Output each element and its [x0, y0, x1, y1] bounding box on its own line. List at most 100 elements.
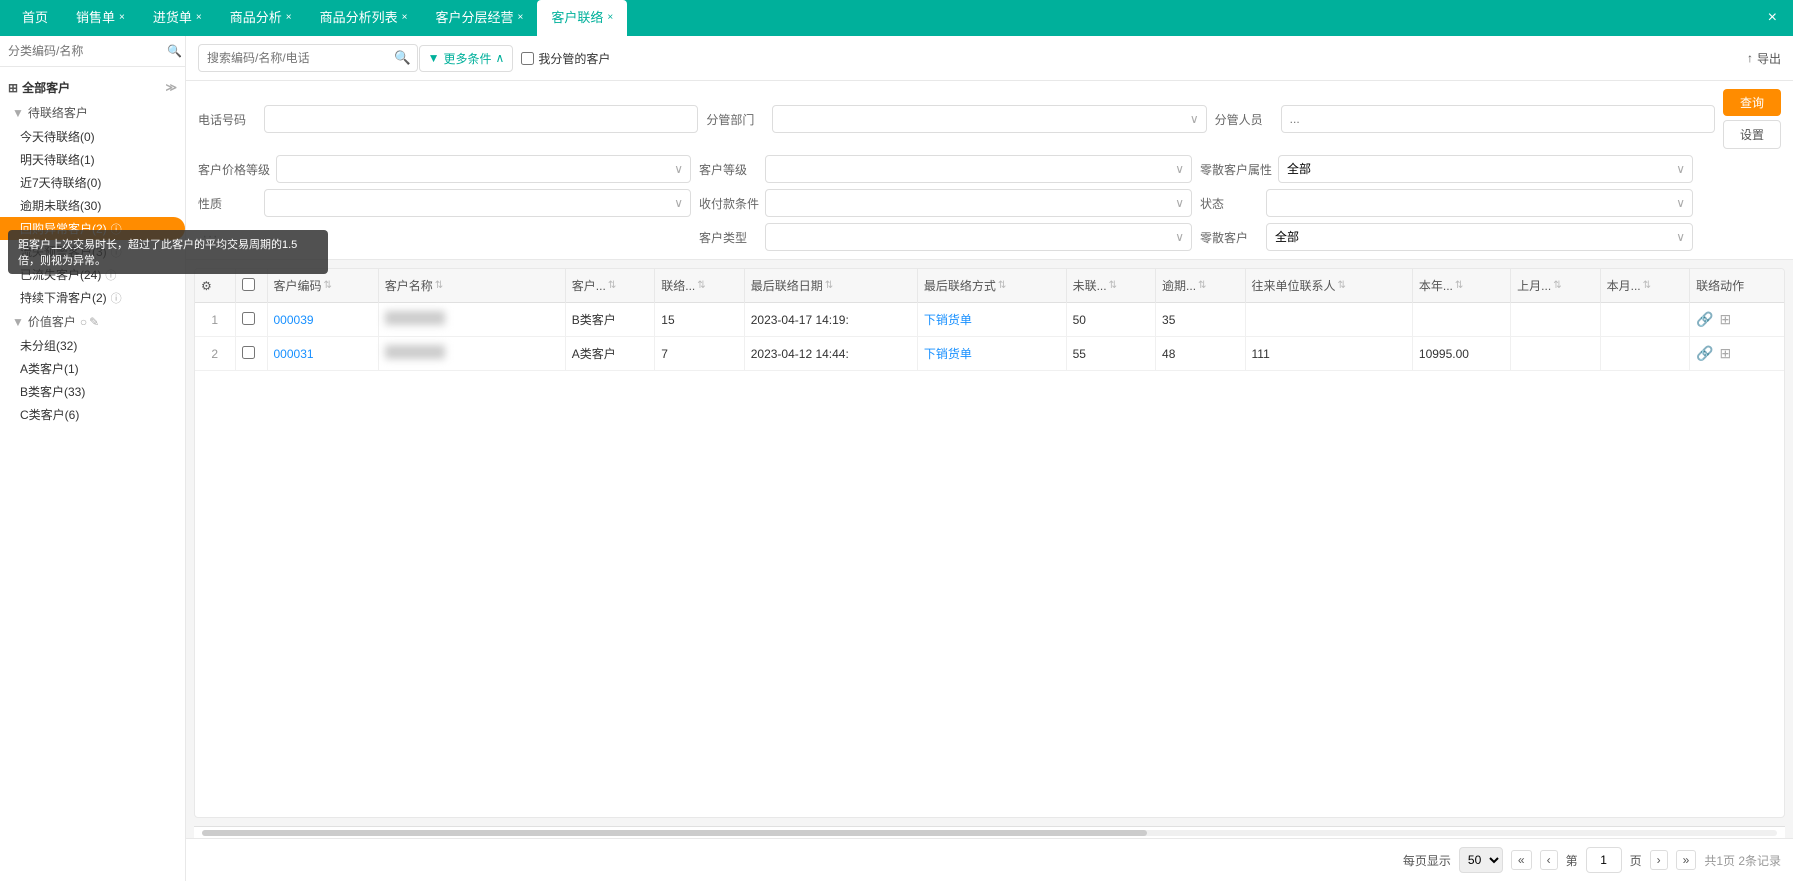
col-name[interactable]: 客户名称 ⇅: [378, 269, 565, 303]
row-1-last-way-link[interactable]: 下销货单: [924, 313, 972, 327]
close-customer-tier-tab[interactable]: ×: [517, 0, 523, 36]
nature-select-wrapper: ∨: [264, 189, 691, 217]
col-this-year[interactable]: 本年... ⇅: [1412, 269, 1510, 303]
row-2-last-way-link[interactable]: 下销货单: [924, 347, 972, 361]
nav-sales[interactable]: 销售单 ×: [62, 0, 139, 36]
customer-level-select[interactable]: [765, 155, 1192, 183]
col-type[interactable]: 客户... ⇅: [565, 269, 654, 303]
main-search-input[interactable]: [198, 44, 418, 72]
value-group-settings-icon[interactable]: ✎: [89, 315, 99, 329]
customer-type-select[interactable]: [765, 223, 1192, 251]
nav-customer-contact[interactable]: 客户联络 ×: [537, 0, 627, 36]
filter-dept: 分管部门 ∨: [706, 105, 1206, 133]
scatter-attr-select[interactable]: 全部: [1278, 155, 1693, 183]
sidebar-item-overdue-pending[interactable]: 逾期未联络(30): [0, 194, 185, 217]
next-page-button[interactable]: ›: [1650, 850, 1668, 870]
per-page-select[interactable]: 50: [1459, 847, 1503, 873]
col-unit-contact[interactable]: 往来单位联系人 ⇅: [1245, 269, 1412, 303]
scrollbar-thumb[interactable]: [202, 830, 1147, 836]
sidebar-item-tomorrow-pending[interactable]: 明天待联络(1): [0, 148, 185, 171]
col-code[interactable]: 客户编码 ⇅: [267, 269, 378, 303]
row-2-last-way[interactable]: 下销货单: [917, 337, 1066, 371]
nav-product-analysis-list[interactable]: 商品分析列表 ×: [306, 0, 422, 36]
close-product-analysis-tab[interactable]: ×: [286, 0, 292, 36]
first-page-button[interactable]: «: [1511, 850, 1532, 870]
col-last-month[interactable]: 上月... ⇅: [1511, 269, 1600, 303]
value-group-header[interactable]: ▼ 价值客户 ○ ✎: [0, 309, 185, 334]
my-customers-checkbox[interactable]: [521, 52, 534, 65]
prev-page-button[interactable]: ‹: [1540, 850, 1558, 870]
col-last-way[interactable]: 最后联络方式 ⇅: [917, 269, 1066, 303]
col-this-month[interactable]: 本月... ⇅: [1600, 269, 1689, 303]
settings-icon[interactable]: ⚙: [201, 279, 212, 293]
nav-customer-tier[interactable]: 客户分层经营 ×: [421, 0, 537, 36]
nav-home[interactable]: 首页: [8, 0, 62, 36]
nature-select[interactable]: [264, 189, 691, 217]
main-search-button[interactable]: 🔍: [394, 50, 411, 66]
pending-group-header[interactable]: ▼ 待联络客户: [0, 100, 185, 125]
close-purchase-tab[interactable]: ×: [196, 0, 202, 36]
sort-last-month-icon: ⇅: [1553, 280, 1561, 291]
payment-select-wrapper: ∨: [765, 189, 1192, 217]
sidebar-item-repurchase-abnormal[interactable]: 回购异常客户(2) ⓘ: [0, 217, 185, 240]
row-1-grid-icon[interactable]: ⊞: [1720, 311, 1732, 328]
col-this-year-label: 本年...: [1419, 277, 1453, 294]
all-customers-header[interactable]: ⊞ 全部客户 ≫: [0, 75, 185, 100]
export-button[interactable]: ↑ 导出: [1747, 50, 1781, 67]
col-not-contact[interactable]: 未联... ⇅: [1066, 269, 1155, 303]
close-product-analysis-list-tab[interactable]: ×: [402, 0, 408, 36]
query-button[interactable]: 查询: [1723, 89, 1781, 116]
sort-unit-contact-icon: ⇅: [1338, 280, 1346, 291]
page-number-input[interactable]: [1586, 847, 1622, 873]
sidebar-search-input[interactable]: [8, 44, 163, 58]
col-last-date[interactable]: 最后联络日期 ⇅: [744, 269, 917, 303]
row-2-grid-icon[interactable]: ⊞: [1720, 345, 1732, 362]
row-2-this-year: 10995.00: [1412, 337, 1510, 371]
sidebar-item-7days-pending[interactable]: 近7天待联络(0): [0, 171, 185, 194]
more-conditions-button[interactable]: ▼ 更多条件 ∧: [419, 45, 514, 72]
close-customer-contact-tab[interactable]: ×: [607, 0, 613, 36]
price-level-select[interactable]: [276, 155, 691, 183]
payment-select[interactable]: [765, 189, 1192, 217]
manager-input[interactable]: [1281, 105, 1715, 133]
sidebar-item-churn-warning[interactable]: 流失预警客户(3) ⓘ: [0, 240, 185, 263]
row-2-code[interactable]: 000031: [267, 337, 378, 371]
my-customers-checkbox-label[interactable]: 我分管的客户: [521, 50, 610, 67]
sidebar-item-declining[interactable]: 持续下滑客户(2) ⓘ: [0, 286, 185, 309]
sidebar-item-ungrouped[interactable]: 未分组(32): [0, 334, 185, 357]
dept-select[interactable]: [772, 105, 1206, 133]
window-close-button[interactable]: ×: [1760, 9, 1785, 27]
row-2-link-icon[interactable]: 🔗: [1696, 345, 1713, 362]
row-2-checkbox[interactable]: [242, 346, 255, 359]
phone-input[interactable]: [264, 105, 698, 133]
sidebar-item-class-a[interactable]: A类客户(1): [0, 357, 185, 380]
sidebar-item-class-b[interactable]: B类客户(33): [0, 380, 185, 403]
horizontal-scrollbar[interactable]: [194, 826, 1785, 838]
sidebar-item-today-pending[interactable]: 今天待联络(0): [0, 125, 185, 148]
row-1-code[interactable]: 000039: [267, 303, 378, 337]
status-select[interactable]: [1266, 189, 1693, 217]
nav-product-analysis[interactable]: 商品分析 ×: [216, 0, 306, 36]
filter-price-level: 客户价格等级 ∨: [198, 155, 691, 183]
sidebar-item-class-c[interactable]: C类客户(6): [0, 403, 185, 426]
row-1-last-way[interactable]: 下销货单: [917, 303, 1066, 337]
row-1-name: [378, 303, 565, 337]
value-group-edit-icon[interactable]: ○: [80, 315, 87, 329]
settings-button[interactable]: 设置: [1723, 120, 1781, 149]
price-level-label: 客户价格等级: [198, 161, 270, 178]
col-contact[interactable]: 联络... ⇅: [655, 269, 744, 303]
close-sales-tab[interactable]: ×: [119, 0, 125, 36]
sidebar-item-churned[interactable]: 已流失客户(24) ⓘ: [0, 263, 185, 286]
sort-last-way-icon: ⇅: [998, 280, 1006, 291]
collapse-all-customers[interactable]: ≫: [165, 81, 177, 94]
nav-purchase[interactable]: 进货单 ×: [139, 0, 216, 36]
sidebar-search-icon[interactable]: 🔍: [167, 44, 182, 58]
row-1-checkbox[interactable]: [242, 312, 255, 325]
scrollbar-track[interactable]: [202, 830, 1777, 836]
select-all-checkbox[interactable]: [242, 278, 255, 291]
col-overdue[interactable]: 逾期... ⇅: [1156, 269, 1245, 303]
last-page-button[interactable]: »: [1676, 850, 1697, 870]
scatter-customer-select[interactable]: 全部: [1266, 223, 1693, 251]
misc-dots[interactable]: ···: [198, 228, 222, 246]
row-1-link-icon[interactable]: 🔗: [1696, 311, 1713, 328]
